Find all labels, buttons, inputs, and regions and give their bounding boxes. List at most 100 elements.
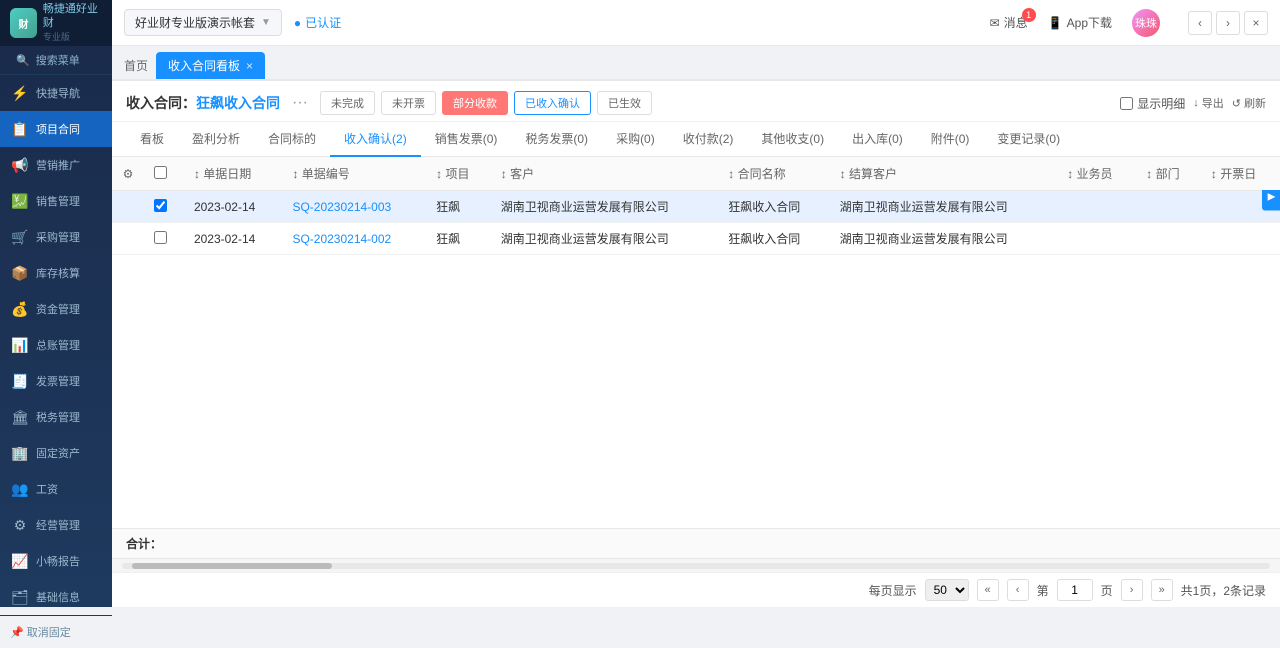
table-row[interactable]: 2023-02-14 SQ-20230214-003 狂飙 湖南卫视商业运营发展… (112, 191, 1280, 223)
contract-name: 狂飙收入合同 (196, 95, 280, 111)
sidebar-item-ops[interactable]: ⚙ 经营管理 (0, 507, 112, 543)
status-income-confirmed[interactable]: 已收入确认 (514, 91, 591, 115)
select-all-checkbox[interactable] (154, 166, 167, 179)
row-customer: 湖南卫视商业运营发展有限公司 (491, 223, 719, 255)
status-partial-payment[interactable]: 部分收款 (442, 91, 508, 115)
ops-icon: ⚙ (10, 515, 30, 535)
sidebar-item-capital[interactable]: 💰 资金管理 (0, 291, 112, 327)
pin-icon: 📌 (10, 627, 24, 639)
sidebar-item-tax[interactable]: 🏛 税务管理 (0, 399, 112, 435)
status-uninvoiced[interactable]: 未开票 (381, 91, 436, 115)
sidebar-item-inventory[interactable]: 📦 库存核算 (0, 255, 112, 291)
tab-sales-invoice[interactable]: 销售发票(0) (421, 122, 512, 157)
tax-icon: 🏛 (10, 407, 30, 427)
tab-kanban[interactable]: 看板 (126, 122, 178, 157)
sidebar-item-fixed-assets[interactable]: 🏢 固定资产 (0, 435, 112, 471)
row-checkbox[interactable] (154, 231, 167, 244)
first-page-button[interactable]: « (977, 579, 999, 601)
refresh-button[interactable]: ↺ 刷新 (1232, 95, 1266, 111)
scroll-bar-area[interactable] (112, 558, 1280, 572)
last-page-button[interactable]: » (1151, 579, 1173, 601)
table-row[interactable]: 2023-02-14 SQ-20230214-002 狂飙 湖南卫视商业运营发展… (112, 223, 1280, 255)
sidebar-item-label: 固定资产 (36, 445, 80, 461)
refresh-icon: ↺ (1232, 97, 1241, 110)
tab-other-income[interactable]: 其他收支(0) (747, 122, 838, 157)
sidebar-item-project[interactable]: 📋 项目合同 (0, 111, 112, 147)
prev-page-button[interactable]: ‹ (1007, 579, 1029, 601)
col-checkbox[interactable] (144, 157, 184, 191)
nav-prev-button[interactable]: ‹ (1188, 11, 1212, 35)
tab-close-icon[interactable]: × (246, 59, 253, 73)
sidebar-item-invoice[interactable]: 🧾 发票管理 (0, 363, 112, 399)
more-button[interactable]: ··· (292, 94, 308, 112)
sidebar-item-purchase[interactable]: 🛒 采购管理 (0, 219, 112, 255)
sidebar-bottom-action[interactable]: 📌 取消固定 (0, 615, 112, 648)
topbar: 好业财专业版演示帐套 ▼ 已认证 ✉ 消息 1 📱 App下载 珠珠 ‹ (112, 0, 1280, 46)
sidebar-search[interactable]: 🔍 搜索菜单 (0, 46, 112, 75)
tab-outbound[interactable]: 出入库(0) (838, 122, 917, 157)
row-settle-customer: 湖南卫视商业运营发展有限公司 (830, 223, 1058, 255)
sidebar-item-hr[interactable]: 👥 工资 (0, 471, 112, 507)
total-label: 合计： (126, 535, 162, 552)
row-number[interactable]: SQ-20230214-002 (282, 223, 426, 255)
breadcrumb-home[interactable]: 首页 (124, 57, 148, 74)
scroll-thumb[interactable] (132, 563, 332, 569)
display-detail-checkbox[interactable]: 显示明细 (1120, 95, 1185, 112)
row-checkbox[interactable] (154, 199, 167, 212)
row-checkbox-cell[interactable] (144, 223, 184, 255)
sidebar-item-sales[interactable]: 💹 销售管理 (0, 183, 112, 219)
sidebar-item-general[interactable]: 📊 总账管理 (0, 327, 112, 363)
export-button[interactable]: ↓ 导出 (1193, 95, 1224, 111)
tab-income-contract[interactable]: 收入合同看板 × (156, 52, 265, 79)
company-selector[interactable]: 好业财专业版演示帐套 ▼ (124, 9, 282, 36)
chevron-down-icon: ▼ (261, 17, 271, 28)
tab-profit[interactable]: 盈利分析 (178, 122, 254, 157)
row-open-date (1201, 223, 1280, 255)
app-download-button[interactable]: 📱 App下载 (1048, 14, 1112, 31)
nav-next-button[interactable]: › (1216, 11, 1240, 35)
next-page-button[interactable]: › (1121, 579, 1143, 601)
display-detail-label: 显示明细 (1137, 95, 1185, 112)
col-number: ↕ 单据编号 (282, 157, 426, 191)
sidebar-item-label: 工资 (36, 481, 58, 497)
footer-bar: 合计： (112, 528, 1280, 558)
tab-purchase[interactable]: 采购(0) (602, 122, 669, 157)
tab-change-log[interactable]: 变更记录(0) (983, 122, 1074, 157)
status-incomplete[interactable]: 未完成 (320, 91, 375, 115)
sidebar-item-label: 销售管理 (36, 193, 80, 209)
contract-header: 收入合同：狂飙收入合同 ··· 未完成 未开票 部分收款 已收入确认 已生效 显… (112, 81, 1280, 122)
detail-checkbox-input[interactable] (1120, 97, 1133, 110)
per-page-select[interactable]: 50 (925, 579, 969, 601)
status-effective[interactable]: 已生效 (597, 91, 652, 115)
sales-icon: 💹 (10, 191, 30, 211)
page-input[interactable] (1057, 579, 1093, 601)
app-download-label: App下载 (1067, 14, 1112, 31)
tab-label: 收入合同看板 (168, 57, 240, 74)
nav-close-button[interactable]: × (1244, 11, 1268, 35)
tab-attachment[interactable]: 附件(0) (917, 122, 984, 157)
tab-tax-invoice[interactable]: 税务发票(0) (511, 122, 602, 157)
tab-income-confirm[interactable]: 收入确认(2) (330, 122, 421, 157)
inventory-icon: 📦 (10, 263, 30, 283)
tab-contract-std[interactable]: 合同标的 (254, 122, 330, 157)
col-settings[interactable]: ⚙ (112, 157, 144, 191)
main-content: 好业财专业版演示帐套 ▼ 已认证 ✉ 消息 1 📱 App下载 珠珠 ‹ (112, 0, 1280, 607)
sidebar-item-base[interactable]: 🗂 基础信息 (0, 579, 112, 615)
sidebar-quick-nav[interactable]: ⚡ 快捷导航 (0, 75, 112, 111)
user-avatar-button[interactable]: 珠珠 (1132, 9, 1160, 37)
refresh-label: 刷新 (1244, 95, 1266, 111)
user-name: 珠珠 (1135, 15, 1157, 31)
row-date: 2023-02-14 (184, 191, 283, 223)
row-checkbox-cell[interactable] (144, 191, 184, 223)
sidebar-item-report[interactable]: 📈 小畅报告 (0, 543, 112, 579)
sidebar-item-marketing[interactable]: 📢 营销推广 (0, 147, 112, 183)
tab-payment[interactable]: 收付款(2) (669, 122, 748, 157)
marketing-icon: 📢 (10, 155, 30, 175)
general-icon: 📊 (10, 335, 30, 355)
message-button[interactable]: ✉ 消息 1 (990, 14, 1028, 31)
col-department: ↕ 部门 (1136, 157, 1201, 191)
row-number[interactable]: SQ-20230214-003 (282, 191, 426, 223)
col-contract-name: ↕ 合同名称 (718, 157, 829, 191)
col-open-date: ↕ 开票日 (1201, 157, 1280, 191)
per-page-label: 每页显示 (869, 582, 917, 599)
